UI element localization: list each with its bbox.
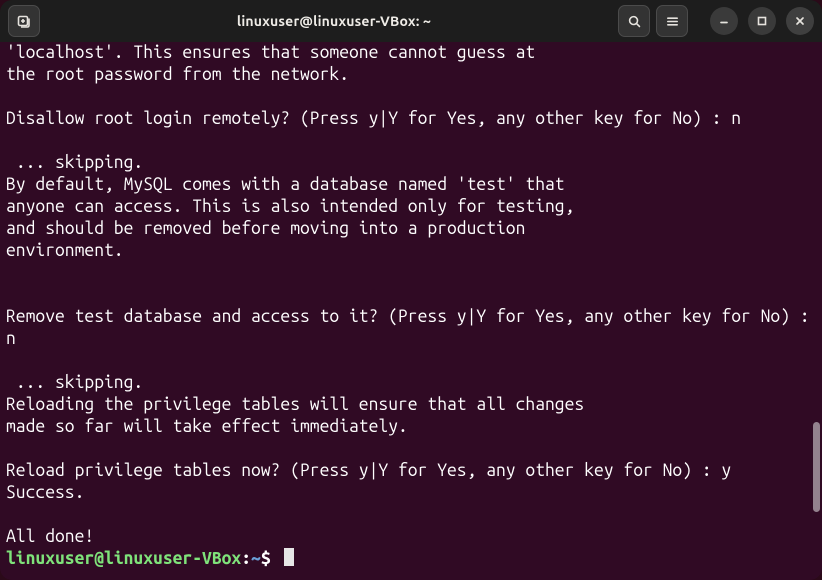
new-tab-button[interactable] bbox=[8, 5, 40, 37]
scrollbar-thumb[interactable] bbox=[813, 422, 820, 512]
maximize-button[interactable] bbox=[748, 7, 776, 35]
hamburger-icon bbox=[665, 14, 680, 29]
prompt-user: linuxuser bbox=[6, 549, 94, 568]
titlebar: linuxuser@linuxuser-VBox: ~ bbox=[0, 0, 822, 42]
prompt-host: linuxuser-VBox bbox=[104, 549, 241, 568]
prompt-sigil: $ bbox=[261, 549, 281, 568]
close-button[interactable] bbox=[786, 7, 814, 35]
prompt-at: @ bbox=[94, 549, 104, 568]
prompt-path: ~ bbox=[251, 549, 261, 568]
search-icon bbox=[627, 14, 642, 29]
minimize-button[interactable] bbox=[710, 7, 738, 35]
prompt-sep: : bbox=[241, 549, 251, 568]
search-button[interactable] bbox=[618, 5, 650, 37]
window-controls bbox=[710, 7, 814, 35]
minimize-icon bbox=[718, 15, 730, 27]
close-icon bbox=[794, 15, 806, 27]
window-title: linuxuser@linuxuser-VBox: ~ bbox=[56, 13, 612, 29]
cursor-block bbox=[284, 548, 294, 566]
terminal-viewport[interactable]: 'localhost'. This ensures that someone c… bbox=[0, 42, 822, 580]
terminal-window: linuxuser@linuxuser-VBox: ~ bbox=[0, 0, 822, 580]
terminal-scrollback: 'localhost'. This ensures that someone c… bbox=[6, 42, 816, 548]
new-tab-icon bbox=[16, 13, 32, 29]
maximize-icon bbox=[756, 15, 768, 27]
menu-button[interactable] bbox=[656, 5, 688, 37]
